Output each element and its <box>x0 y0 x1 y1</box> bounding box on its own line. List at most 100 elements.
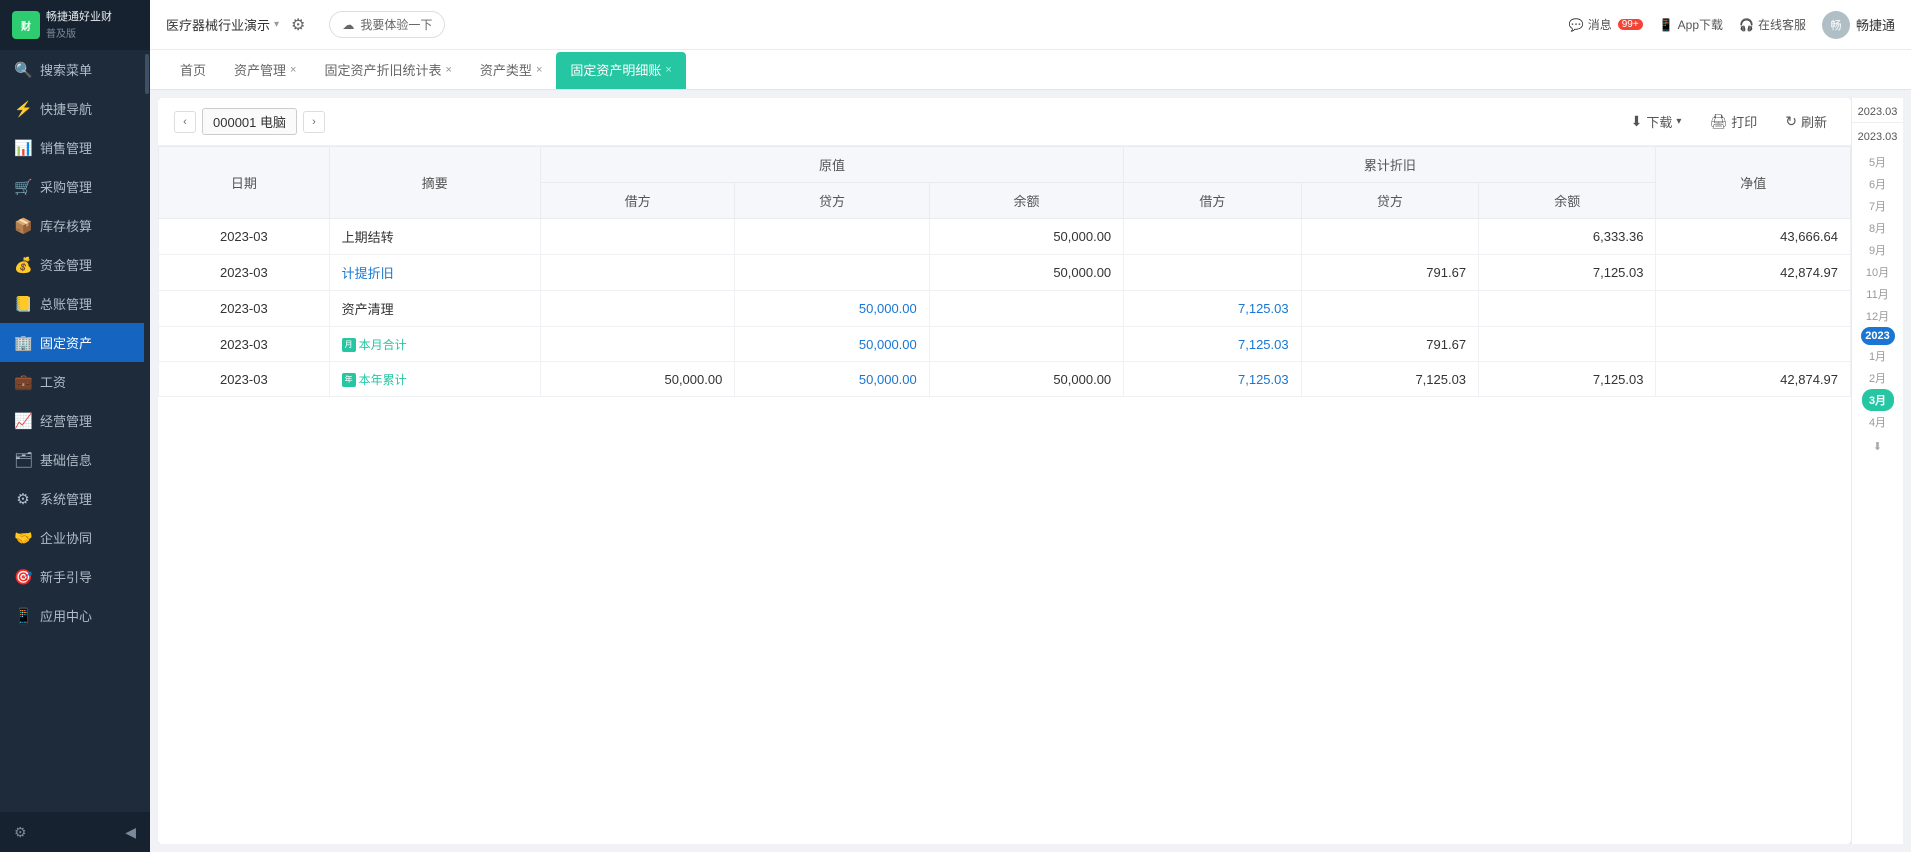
summary-link[interactable]: 计提折旧 <box>342 266 394 281</box>
app-download-label: App下载 <box>1678 16 1723 33</box>
cell-4: 50,000.00 <box>929 219 1123 255</box>
experience-button[interactable]: ☁ 我要体验一下 <box>329 11 445 38</box>
col-yz-debit: 借方 <box>540 183 734 219</box>
cell-1: 上期结转 <box>329 219 540 255</box>
collab-icon: 🤝 <box>14 529 32 547</box>
sidebar-item-sales[interactable]: 📊 销售管理 <box>0 128 144 167</box>
sidebar-item-inventory[interactable]: 📦 库存核算 <box>0 206 144 245</box>
sidebar-item-label-operations: 经营管理 <box>40 411 92 430</box>
sidebar-item-app-center[interactable]: 📱 应用中心 <box>0 596 144 635</box>
timeline-2023[interactable]: 2023 <box>1861 327 1895 345</box>
sidebar-item-collab[interactable]: 🤝 企业协同 <box>0 518 144 557</box>
app-center-icon: 📱 <box>14 607 32 625</box>
asset-detail-table: 日期 摘要 原值 累计折旧 净值 借方 贷方 余额 借方 贷方 余额 <box>158 146 1851 397</box>
cell-8 <box>1656 327 1851 362</box>
cell-6 <box>1301 291 1478 327</box>
avatar: 畅 <box>1822 11 1850 39</box>
tab-close-asset-mgmt[interactable]: × <box>290 64 296 76</box>
summary-text: 本年累计 <box>359 371 407 388</box>
col-lj-balance: 余额 <box>1479 183 1656 219</box>
cell-5 <box>1124 219 1301 255</box>
cell-5: 7,125.03 <box>1124 327 1301 362</box>
settings-icon[interactable]: ⚙ <box>291 15 305 35</box>
year-tag: 年 本年累计 <box>342 371 407 388</box>
tab-depreciation-stat[interactable]: 固定资产折旧统计表× <box>310 52 465 89</box>
app-download-action[interactable]: 📱 App下载 <box>1659 16 1723 33</box>
tab-asset-type[interactable]: 资产类型 × <box>466 52 556 89</box>
timeline-9月[interactable]: 9月 <box>1852 239 1903 261</box>
download-button[interactable]: ⬇ 下载 ▾ <box>1623 108 1690 135</box>
cell-2 <box>540 255 734 291</box>
sidebar-item-quick-nav[interactable]: ⚡ 快捷导航 <box>0 89 144 128</box>
cell-2 <box>540 291 734 327</box>
next-asset-button[interactable]: › <box>303 111 325 133</box>
sidebar-item-finance[interactable]: 💰 资金管理 <box>0 245 144 284</box>
messages-action[interactable]: 💬 消息 99+ <box>1569 16 1643 33</box>
sidebar-item-ledger[interactable]: 📒 总账管理 <box>0 284 144 323</box>
cell-3 <box>735 219 929 255</box>
cell-3: 50,000.00 <box>735 327 929 362</box>
timeline-1月[interactable]: 1月 <box>1852 345 1903 367</box>
timeline-6月[interactable]: 6月 <box>1852 173 1903 195</box>
cell-7: 6,333.36 <box>1479 219 1656 255</box>
col-accumulated-depreciation: 累计折旧 <box>1124 147 1656 183</box>
col-yz-balance: 余额 <box>929 183 1123 219</box>
download-label: 下载 <box>1646 112 1672 131</box>
tab-asset-mgmt[interactable]: 资产管理× <box>220 52 310 89</box>
timeline-11月[interactable]: 11月 <box>1852 283 1903 305</box>
timeline-7月[interactable]: 7月 <box>1852 195 1903 217</box>
tab-close-asset-detail[interactable]: × <box>665 64 671 76</box>
user-area[interactable]: 畅 畅捷通 <box>1822 11 1895 39</box>
sidebar-item-basic-info[interactable]: 🗂 基础信息 <box>0 440 144 479</box>
cell-4: 50,000.00 <box>929 255 1123 291</box>
timeline-3月[interactable]: 3月 <box>1862 389 1894 411</box>
sidebar-item-operations[interactable]: 📈 经营管理 <box>0 401 144 440</box>
sidebar-item-payroll[interactable]: 💼 工资 <box>0 362 144 401</box>
sidebar-item-search[interactable]: 🔍 搜索菜单 <box>0 50 144 89</box>
sidebar-item-purchase[interactable]: 🛒 采购管理 <box>0 167 144 206</box>
timeline-scroll-down[interactable]: ⬇ <box>1852 437 1903 456</box>
tab-close-depreciation-stat[interactable]: × <box>445 64 451 76</box>
tab-home[interactable]: 首页 <box>166 52 220 89</box>
prev-asset-button[interactable]: ‹ <box>174 111 196 133</box>
table-row: 2023-03 年 本年累计 50,000.0050,000.0050,000.… <box>159 362 1851 397</box>
experience-icon: ☁ <box>342 18 354 32</box>
content-toolbar: ‹ 000001 电脑 › ⬇ 下载 ▾ 🖨 打印 <box>158 98 1851 146</box>
cell-5: 7,125.03 <box>1124 362 1301 397</box>
print-button[interactable]: 🖨 打印 <box>1701 108 1765 135</box>
sidebar-item-label-collab: 企业协同 <box>40 528 92 547</box>
table-row: 2023-03资产清理50,000.007,125.03 <box>159 291 1851 327</box>
main-area: 医疗器械行业演示 ▾ ⚙ ☁ 我要体验一下 💬 消息 99+ 📱 App下载 🎧… <box>150 0 1911 852</box>
col-original-value: 原值 <box>540 147 1123 183</box>
customer-service-action[interactable]: 🎧 在线客服 <box>1739 16 1806 33</box>
payroll-icon: 💼 <box>14 373 32 391</box>
sidebar-item-guide[interactable]: 🎯 新手引导 <box>0 557 144 596</box>
refresh-button[interactable]: ↻ 刷新 <box>1777 108 1835 135</box>
sidebar-item-label-guide: 新手引导 <box>40 567 92 586</box>
settings-icon[interactable]: ⚙ <box>14 824 27 841</box>
cell-0: 2023-03 <box>159 327 330 362</box>
col-date: 日期 <box>159 147 330 219</box>
collapse-icon[interactable]: ◀ <box>125 824 136 841</box>
sidebar-logo: 财 畅捷通好业财 普及版 <box>0 0 150 50</box>
sidebar-item-label-inventory: 库存核算 <box>40 216 92 235</box>
tab-label-asset-type: 资产类型 <box>480 60 532 79</box>
asset-code-display: 000001 电脑 <box>202 108 297 135</box>
app-logo-icon: 财 <box>12 11 40 39</box>
timeline-5月[interactable]: 5月 <box>1852 151 1903 173</box>
tab-asset-detail[interactable]: 固定资产明细账× <box>556 52 685 89</box>
sidebar-item-system[interactable]: ⚙ 系统管理 <box>0 479 144 518</box>
timeline-8月[interactable]: 8月 <box>1852 217 1903 239</box>
timeline-10月[interactable]: 10月 <box>1852 261 1903 283</box>
tab-close-asset-type[interactable]: × <box>536 64 542 76</box>
cell-7 <box>1479 327 1656 362</box>
sidebar-item-label-search: 搜索菜单 <box>40 60 92 79</box>
sidebar-item-fixed-assets[interactable]: 🏢 固定资产 <box>0 323 144 362</box>
timeline-2月[interactable]: 2月 <box>1852 367 1903 389</box>
basic-info-icon: 🗂 <box>14 451 32 469</box>
timeline-12月[interactable]: 12月 <box>1852 305 1903 327</box>
timeline-4月[interactable]: 4月 <box>1852 411 1903 433</box>
year-icon: 年 <box>342 373 356 387</box>
company-selector[interactable]: 医疗器械行业演示 ▾ <box>166 15 279 34</box>
asset-navigator: ‹ 000001 电脑 › <box>174 108 325 135</box>
